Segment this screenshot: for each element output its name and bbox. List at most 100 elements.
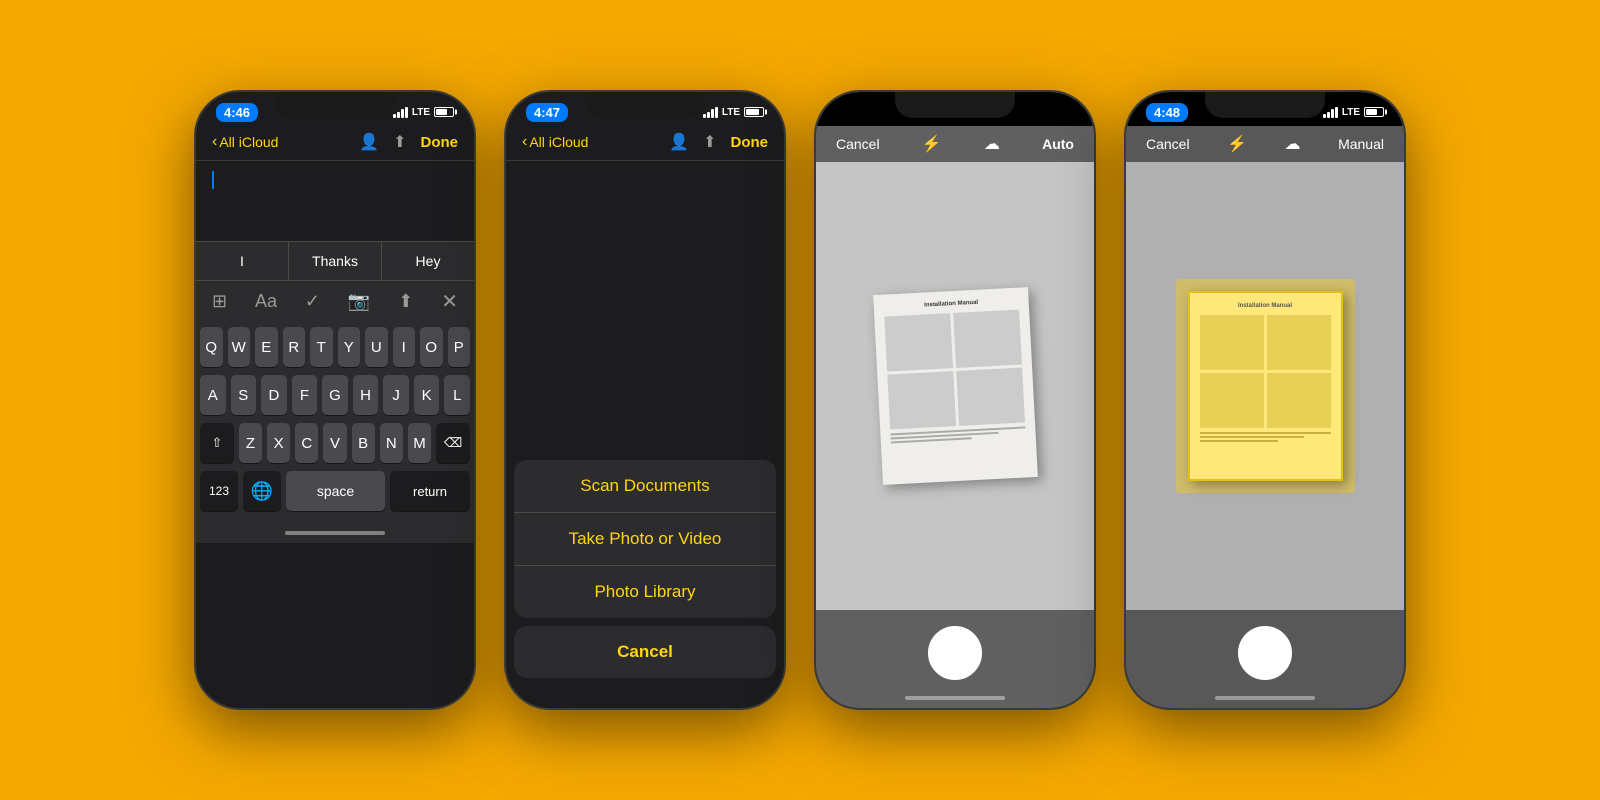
battery-icon-1 bbox=[434, 107, 454, 117]
key-l[interactable]: L bbox=[444, 375, 470, 415]
return-key[interactable]: return bbox=[390, 471, 470, 511]
pred-word-2[interactable]: Thanks bbox=[289, 242, 382, 280]
key-x[interactable]: X bbox=[267, 423, 290, 463]
key-r[interactable]: R bbox=[283, 327, 306, 367]
camera-cancel-button-3[interactable]: Cancel bbox=[836, 136, 880, 152]
timer-icon-3[interactable]: ☁ bbox=[984, 134, 1000, 154]
key-h[interactable]: H bbox=[353, 375, 379, 415]
key-i[interactable]: I bbox=[393, 327, 416, 367]
keyboard: Q W E R T Y U I O P A S D F G H J K L bbox=[196, 321, 474, 523]
done-button-2[interactable]: Done bbox=[731, 134, 769, 151]
share-icon-2[interactable]: ⬆ bbox=[703, 132, 716, 152]
key-t[interactable]: T bbox=[310, 327, 333, 367]
back-button-2[interactable]: ‹ All iCloud bbox=[522, 133, 588, 151]
key-k[interactable]: K bbox=[414, 375, 440, 415]
key-o[interactable]: O bbox=[420, 327, 443, 367]
key-z[interactable]: Z bbox=[239, 423, 262, 463]
cancel-button-2[interactable]: Cancel bbox=[514, 626, 776, 678]
pred-word-3[interactable]: Hey bbox=[382, 242, 474, 280]
camera-mode-label-4[interactable]: Manual bbox=[1338, 136, 1384, 152]
predictive-bar: I Thanks Hey bbox=[196, 241, 474, 281]
grid-icon[interactable]: ⊞ bbox=[212, 291, 227, 312]
photo-library-button[interactable]: Photo Library bbox=[514, 566, 776, 618]
key-g[interactable]: G bbox=[322, 375, 348, 415]
key-y[interactable]: Y bbox=[338, 327, 361, 367]
status-right-1: LTE bbox=[393, 107, 454, 118]
person-circle-icon[interactable]: 👤 bbox=[359, 132, 379, 152]
delete-key[interactable]: ⌫ bbox=[436, 423, 470, 463]
arrow-circle-icon[interactable]: ⬆ bbox=[398, 291, 413, 312]
shutter-button-4[interactable] bbox=[1238, 626, 1292, 680]
chevron-left-icon-2: ‹ bbox=[522, 133, 527, 151]
home-indicator-4 bbox=[1126, 688, 1404, 708]
notes-nav-1: ‹ All iCloud 👤 ⬆ Done bbox=[196, 126, 474, 161]
key-f[interactable]: F bbox=[292, 375, 318, 415]
pred-word-1[interactable]: I bbox=[196, 242, 289, 280]
phone-4: 4:48 LTE Cancel ⚡ ☁ Manual bbox=[1124, 90, 1406, 710]
back-label-1: All iCloud bbox=[219, 134, 278, 150]
lte-label-2: LTE bbox=[722, 107, 740, 118]
lte-label-1: LTE bbox=[412, 107, 430, 118]
key-p[interactable]: P bbox=[448, 327, 471, 367]
phone-2: 4:47 LTE ‹ All iCloud 👤 bbox=[504, 90, 786, 710]
key-a[interactable]: A bbox=[200, 375, 226, 415]
scan-documents-button[interactable]: Scan Documents bbox=[514, 460, 776, 513]
chevron-left-icon: ‹ bbox=[212, 133, 217, 151]
person-circle-icon-2[interactable]: 👤 bbox=[669, 132, 689, 152]
camera-icon[interactable]: 📷 bbox=[348, 291, 370, 312]
key-v[interactable]: V bbox=[323, 423, 346, 463]
take-photo-button[interactable]: Take Photo or Video bbox=[514, 513, 776, 566]
checkmark-icon[interactable]: ✓ bbox=[305, 291, 320, 312]
key-n[interactable]: N bbox=[380, 423, 403, 463]
action-sheet: Scan Documents Take Photo or Video Photo… bbox=[506, 460, 784, 708]
key-row-4: 123 🌐 space return bbox=[200, 471, 470, 511]
key-row-2: A S D F G H J K L bbox=[200, 375, 470, 415]
back-button-1[interactable]: ‹ All iCloud bbox=[212, 133, 278, 151]
shift-key[interactable]: ⇧ bbox=[200, 423, 234, 463]
shutter-button-3[interactable] bbox=[928, 626, 982, 680]
key-b[interactable]: B bbox=[352, 423, 375, 463]
camera-top-bar-4: Cancel ⚡ ☁ Manual bbox=[1126, 126, 1404, 162]
phone-3: Cancel ⚡ ☁ Auto Installation Manual bbox=[814, 90, 1096, 710]
key-row-1: Q W E R T Y U I O P bbox=[200, 327, 470, 367]
lte-label-4: LTE bbox=[1342, 107, 1360, 118]
camera-viewfinder-3: Installation Manual bbox=[816, 162, 1094, 610]
done-button-1[interactable]: Done bbox=[421, 134, 459, 151]
key-u[interactable]: U bbox=[365, 327, 388, 367]
flash-icon-4[interactable]: ⚡ bbox=[1227, 134, 1247, 154]
key-j[interactable]: J bbox=[383, 375, 409, 415]
key-w[interactable]: W bbox=[228, 327, 251, 367]
space-key[interactable]: space bbox=[286, 471, 385, 511]
status-time-1: 4:46 bbox=[216, 103, 258, 122]
home-indicator-3 bbox=[816, 688, 1094, 708]
camera-mode-label-3[interactable]: Auto bbox=[1042, 136, 1074, 152]
status-bar-1: 4:46 LTE bbox=[196, 92, 474, 126]
key-q[interactable]: Q bbox=[200, 327, 223, 367]
status-time-2: 4:47 bbox=[526, 103, 568, 122]
status-right-2: LTE bbox=[703, 107, 764, 118]
document-preview-4: Installation Manual bbox=[1188, 291, 1343, 481]
camera-cancel-button-4[interactable]: Cancel bbox=[1146, 136, 1190, 152]
phone-1: 4:46 LTE ‹ All iCloud 👤 bbox=[194, 90, 476, 710]
key-c[interactable]: C bbox=[295, 423, 318, 463]
key-e[interactable]: E bbox=[255, 327, 278, 367]
back-label-2: All iCloud bbox=[529, 134, 588, 150]
key-m[interactable]: M bbox=[408, 423, 431, 463]
close-keyboard-icon[interactable]: ✕ bbox=[441, 289, 458, 314]
emoji-key[interactable]: 🌐 bbox=[243, 471, 281, 511]
home-indicator-1 bbox=[196, 523, 474, 543]
key-s[interactable]: S bbox=[231, 375, 257, 415]
timer-icon-4[interactable]: ☁ bbox=[1285, 134, 1301, 154]
status-bar-4: 4:48 LTE bbox=[1126, 92, 1404, 126]
text-format-icon[interactable]: Aa bbox=[255, 291, 277, 312]
flash-icon-3[interactable]: ⚡ bbox=[922, 134, 942, 154]
notes-actions-2: 👤 ⬆ Done bbox=[669, 132, 768, 152]
battery-icon-4 bbox=[1364, 107, 1384, 117]
keyboard-toolbar: ⊞ Aa ✓ 📷 ⬆ ✕ bbox=[196, 281, 474, 321]
status-bar-2: 4:47 LTE bbox=[506, 92, 784, 126]
signal-icon-2 bbox=[703, 107, 718, 118]
num-key[interactable]: 123 bbox=[200, 471, 238, 511]
status-right-4: LTE bbox=[1323, 107, 1384, 118]
key-d[interactable]: D bbox=[261, 375, 287, 415]
share-icon[interactable]: ⬆ bbox=[393, 132, 406, 152]
